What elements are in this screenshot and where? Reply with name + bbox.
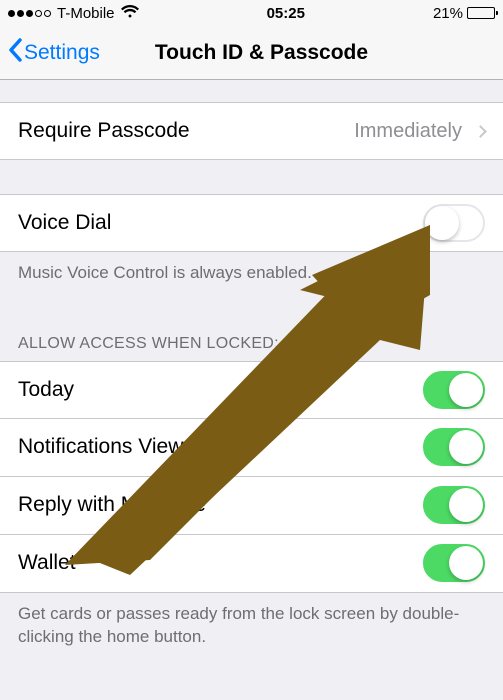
today-cell: Today xyxy=(0,361,503,419)
battery-icon xyxy=(467,7,495,19)
nav-bar: Settings Touch ID & Passcode xyxy=(0,26,503,80)
require-passcode-label: Require Passcode xyxy=(18,119,190,143)
require-passcode-cell[interactable]: Require Passcode Immediately xyxy=(0,102,503,160)
wallet-toggle[interactable] xyxy=(423,544,485,582)
back-button[interactable]: Settings xyxy=(8,38,100,68)
voice-dial-cell: Voice Dial xyxy=(0,194,503,252)
wallet-cell: Wallet xyxy=(0,535,503,593)
reply-with-message-cell: Reply with Message xyxy=(0,477,503,535)
voice-dial-label: Voice Dial xyxy=(18,211,111,235)
group-allow-access: ALLOW ACCESS WHEN LOCKED: Today Notifica… xyxy=(0,301,503,665)
battery-percent: 21% xyxy=(433,5,463,22)
status-right: 21% xyxy=(433,5,495,22)
group-require-passcode: Require Passcode Immediately xyxy=(0,102,503,160)
carrier-label: T-Mobile xyxy=(57,5,115,22)
reply-with-message-toggle[interactable] xyxy=(423,486,485,524)
today-label: Today xyxy=(18,378,74,402)
signal-strength-icon xyxy=(8,10,51,17)
status-bar: T-Mobile 05:25 21% xyxy=(0,0,503,26)
reply-with-message-label: Reply with Message xyxy=(18,493,206,517)
wallet-label: Wallet xyxy=(18,551,76,575)
notifications-view-cell: Notifications View xyxy=(0,419,503,477)
voice-dial-footer: Music Voice Control is always enabled. xyxy=(0,252,503,301)
allow-access-header: ALLOW ACCESS WHEN LOCKED: xyxy=(0,301,503,361)
notifications-view-label: Notifications View xyxy=(18,435,183,459)
chevron-right-icon xyxy=(474,125,487,138)
voice-dial-toggle[interactable] xyxy=(423,204,485,242)
allow-access-footer: Get cards or passes ready from the lock … xyxy=(0,593,503,665)
require-passcode-value: Immediately xyxy=(354,120,462,143)
clock: 05:25 xyxy=(267,5,305,22)
notifications-view-toggle[interactable] xyxy=(423,428,485,466)
today-toggle[interactable] xyxy=(423,371,485,409)
group-voice-dial: Voice Dial Music Voice Control is always… xyxy=(0,194,503,301)
chevron-left-icon xyxy=(8,38,22,68)
back-label: Settings xyxy=(24,41,100,65)
wifi-icon xyxy=(121,5,139,22)
status-left: T-Mobile xyxy=(8,5,139,22)
